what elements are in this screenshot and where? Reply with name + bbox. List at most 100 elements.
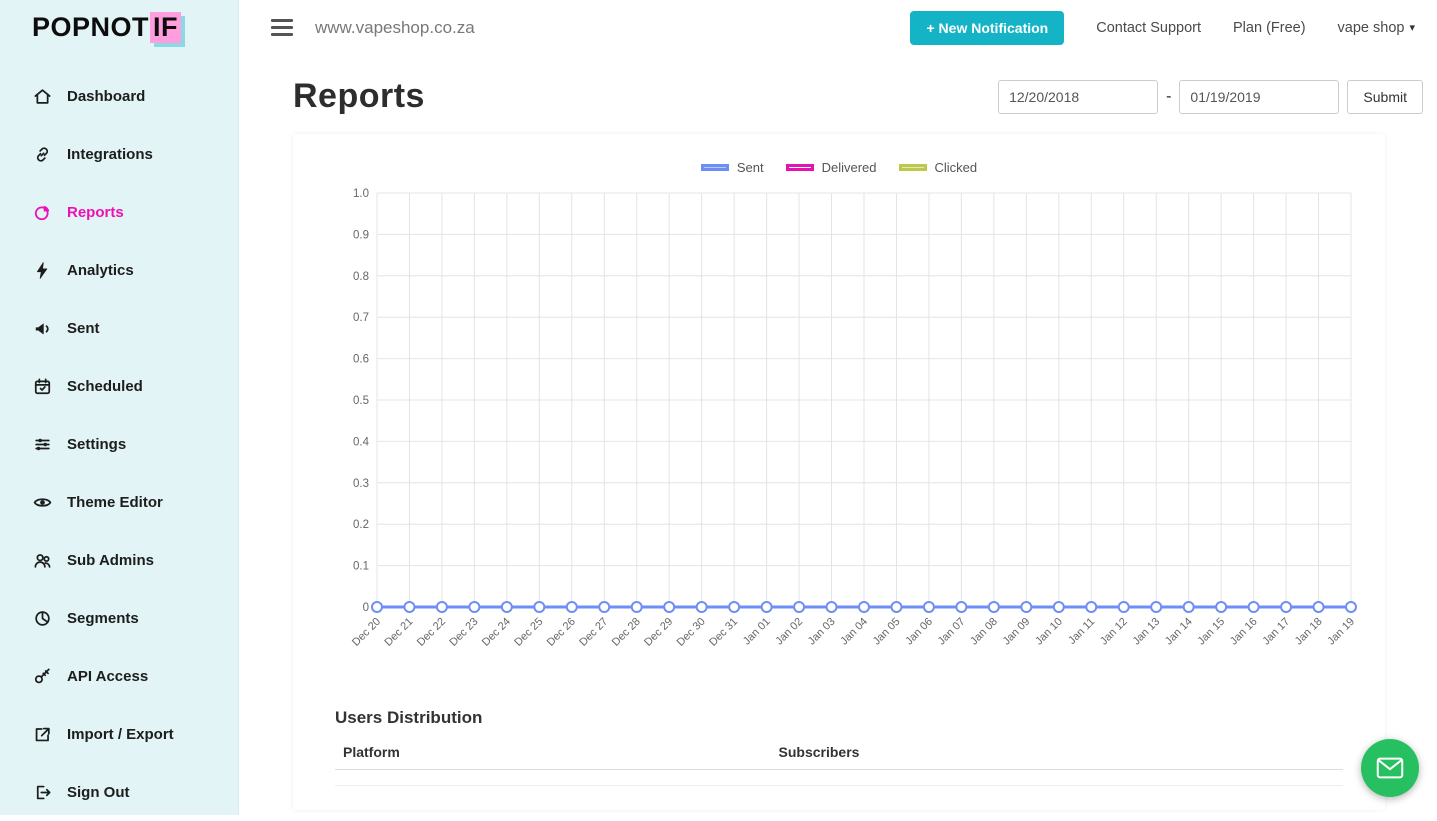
sidebar-item-label: Integrations <box>67 146 153 163</box>
key-icon <box>32 666 52 686</box>
sidebar-item-sign-out[interactable]: Sign Out <box>0 763 238 821</box>
account-label: vape shop <box>1338 20 1405 36</box>
users-distribution-title: Users Distribution <box>335 708 1359 728</box>
svg-text:Jan 03: Jan 03 <box>806 616 838 648</box>
sliders-icon <box>32 434 52 454</box>
sidebar-item-import-export[interactable]: Import / Export <box>0 705 238 763</box>
users-distribution-table: Platform Subscribers <box>335 744 1343 786</box>
topbar: www.vapeshop.co.za + New Notification Co… <box>239 0 1437 55</box>
chart-legend: Sent Delivered Clicked <box>319 160 1359 175</box>
svg-text:Dec 29: Dec 29 <box>642 616 675 649</box>
svg-text:Jan 16: Jan 16 <box>1228 616 1260 648</box>
caret-down-icon: ▾ <box>1409 21 1415 34</box>
sidebar-item-analytics[interactable]: Analytics <box>0 241 238 299</box>
svg-text:Jan 14: Jan 14 <box>1163 616 1195 648</box>
sidebar-nav: Dashboard Integrations Reports Analytics Sen… <box>0 55 238 821</box>
legend-item-delivered[interactable]: Delivered <box>786 160 877 175</box>
report-card: SentDeliveredClicked 00.10.20.30.40.50.6… <box>293 134 1385 810</box>
svg-text:0.9: 0.9 <box>353 229 369 241</box>
svg-text:0.1: 0.1 <box>353 561 369 573</box>
sidebar-item-segments[interactable]: Segments <box>0 589 238 647</box>
megaphone-icon <box>32 318 52 338</box>
svg-text:Dec 23: Dec 23 <box>447 616 480 649</box>
home-icon <box>32 86 52 106</box>
legend-swatch <box>786 164 814 171</box>
sidebar-item-label: Dashboard <box>67 88 145 105</box>
svg-text:0.3: 0.3 <box>353 478 369 490</box>
new-notification-button[interactable]: + New Notification <box>910 11 1064 45</box>
chat-button[interactable] <box>1361 739 1419 797</box>
sidebar-item-label: Analytics <box>67 262 134 279</box>
svg-text:Jan 18: Jan 18 <box>1293 616 1325 648</box>
page-content: Reports - Submit SentDeliveredClicked 00… <box>239 55 1437 815</box>
legend-label: Delivered <box>822 160 877 175</box>
legend-item-clicked[interactable]: Clicked <box>899 160 978 175</box>
brand-logo-text: POPNOT <box>32 12 149 43</box>
svg-text:Jan 17: Jan 17 <box>1260 616 1292 648</box>
svg-text:Dec 24: Dec 24 <box>480 616 513 649</box>
sidebar-item-label: Segments <box>67 610 139 627</box>
sidebar-item-label: Import / Export <box>67 726 174 743</box>
segments-icon <box>32 608 52 628</box>
sidebar-item-integrations[interactable]: Integrations <box>0 125 238 183</box>
svg-text:Jan 19: Jan 19 <box>1325 616 1357 648</box>
svg-text:Jan 10: Jan 10 <box>1033 616 1065 648</box>
sidebar-item-label: API Access <box>67 668 148 685</box>
sidebar-item-settings[interactable]: Settings <box>0 415 238 473</box>
svg-text:Jan 11: Jan 11 <box>1066 616 1097 647</box>
svg-text:0.6: 0.6 <box>353 354 369 366</box>
main-area: www.vapeshop.co.za + New Notification Co… <box>239 0 1437 815</box>
svg-text:Dec 25: Dec 25 <box>512 616 545 649</box>
account-menu[interactable]: vape shop ▾ <box>1338 20 1415 36</box>
page-title: Reports <box>293 77 425 116</box>
chart-svg: 00.10.20.30.40.50.60.70.80.91.0Dec 20Dec… <box>319 179 1359 679</box>
sidebar-item-reports[interactable]: Reports <box>0 183 238 241</box>
plan-link[interactable]: Plan (Free) <box>1233 20 1306 36</box>
topbar-right: + New Notification Contact Support Plan … <box>910 11 1415 45</box>
svg-text:Dec 31: Dec 31 <box>707 616 740 649</box>
svg-text:Jan 04: Jan 04 <box>838 616 870 648</box>
sidebar-item-sent[interactable]: Sent <box>0 299 238 357</box>
svg-text:Jan 02: Jan 02 <box>773 616 805 648</box>
date-from-input[interactable] <box>998 80 1158 114</box>
svg-text:Jan 15: Jan 15 <box>1195 616 1227 648</box>
sidebar-item-label: Reports <box>67 204 124 221</box>
sidebar-item-scheduled[interactable]: Scheduled <box>0 357 238 415</box>
sidebar-item-api-access[interactable]: API Access <box>0 647 238 705</box>
envelope-icon <box>1376 756 1404 780</box>
svg-text:0.8: 0.8 <box>353 271 369 283</box>
page-header: Reports - Submit <box>293 77 1437 116</box>
svg-text:0.4: 0.4 <box>353 436 370 448</box>
submit-button[interactable]: Submit <box>1347 80 1423 114</box>
sidebar-item-sub-admins[interactable]: Sub Admins <box>0 531 238 589</box>
column-header-subscribers: Subscribers <box>779 744 1343 760</box>
svg-text:Dec 28: Dec 28 <box>610 616 643 649</box>
brand-logo-accent: IF <box>150 12 181 43</box>
legend-label: Sent <box>737 160 764 175</box>
sidebar-item-dashboard[interactable]: Dashboard <box>0 67 238 125</box>
sidebar-item-theme-editor[interactable]: Theme Editor <box>0 473 238 531</box>
svg-text:Jan 05: Jan 05 <box>871 616 903 648</box>
sidebar: POPNOTIF Dashboard Integrations Reports Ana… <box>0 0 239 815</box>
svg-text:Dec 21: Dec 21 <box>382 616 415 649</box>
svg-text:Jan 01: Jan 01 <box>741 616 773 648</box>
svg-text:Dec 27: Dec 27 <box>577 616 610 649</box>
menu-icon[interactable] <box>269 11 295 44</box>
svg-text:Jan 07: Jan 07 <box>936 616 968 648</box>
svg-text:Jan 12: Jan 12 <box>1098 616 1130 648</box>
table-empty-row <box>335 770 1343 786</box>
pie-icon <box>32 202 52 222</box>
column-header-platform: Platform <box>335 744 779 760</box>
date-to-input[interactable] <box>1179 80 1339 114</box>
legend-item-sent[interactable]: Sent <box>701 160 764 175</box>
svg-text:0.2: 0.2 <box>353 519 369 531</box>
signout-icon <box>32 782 52 802</box>
svg-text:0.7: 0.7 <box>353 312 369 324</box>
brand-logo[interactable]: POPNOTIF <box>0 0 238 55</box>
contact-support-link[interactable]: Contact Support <box>1096 20 1201 36</box>
users-icon <box>32 550 52 570</box>
date-separator: - <box>1166 88 1171 106</box>
svg-text:Dec 22: Dec 22 <box>415 616 448 649</box>
svg-text:Jan 06: Jan 06 <box>903 616 935 648</box>
table-header-row: Platform Subscribers <box>335 744 1343 770</box>
